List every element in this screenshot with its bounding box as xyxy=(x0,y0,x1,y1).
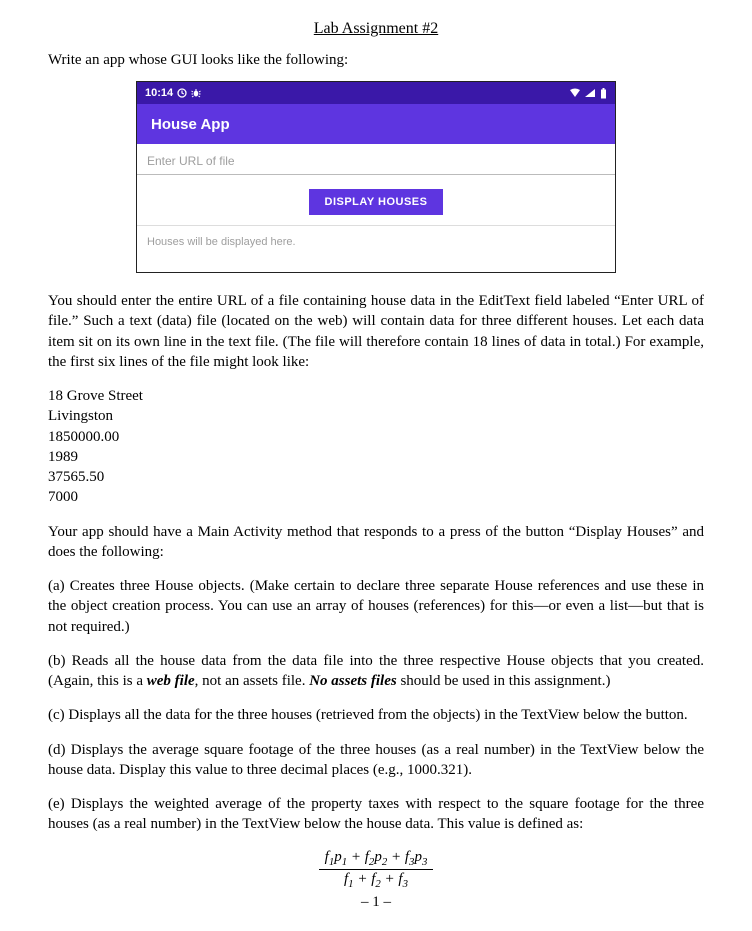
page-number: – 1 – xyxy=(48,894,704,911)
app-title: House App xyxy=(151,116,230,133)
display-houses-button[interactable]: DISPLAY HOUSES xyxy=(309,189,444,215)
sample-line: 7000 xyxy=(48,487,704,507)
url-input[interactable]: Enter URL of file xyxy=(137,144,615,175)
sample-line: Livingston xyxy=(48,406,704,426)
formula-numerator: f1p1 + f2p2 + f3p3 xyxy=(319,849,434,870)
battery-icon xyxy=(600,88,607,99)
item-c: (c) Displays all the data for the three … xyxy=(48,705,704,725)
paragraph-2: Your app should have a Main Activity met… xyxy=(48,522,704,563)
phone-screenshot: 10:14 House App Enter URL of file DISPLA… xyxy=(48,81,704,273)
wifi-icon xyxy=(569,88,581,98)
result-textview: Houses will be displayed here. xyxy=(137,226,615,272)
sample-line: 37565.50 xyxy=(48,467,704,487)
text-run: , not an assets file. xyxy=(195,673,310,689)
status-time: 10:14 xyxy=(145,87,173,99)
formula-denominator: f1 + f2 + f3 xyxy=(319,870,434,890)
text-run: should be used in this assignment.) xyxy=(397,673,611,689)
sample-line: 1989 xyxy=(48,447,704,467)
app-bar: House App xyxy=(137,104,615,144)
page-title: Lab Assignment #2 xyxy=(48,20,704,38)
debug-icon xyxy=(191,88,201,98)
formula: f1p1 + f2p2 + f3p3 f1 + f2 + f3 xyxy=(48,849,704,890)
phone-frame: 10:14 House App Enter URL of file DISPLA… xyxy=(136,81,616,273)
item-b: (b) Reads all the house data from the da… xyxy=(48,651,704,692)
clock-icon xyxy=(177,88,187,98)
paragraph-1: You should enter the entire URL of a fil… xyxy=(48,291,704,372)
signal-icon xyxy=(585,88,596,98)
sample-data: 18 Grove Street Livingston 1850000.00 19… xyxy=(48,386,704,508)
item-a: (a) Creates three House objects. (Make c… xyxy=(48,576,704,637)
item-d: (d) Displays the average square footage … xyxy=(48,740,704,781)
text-emphasis: web file xyxy=(147,673,195,689)
sample-line: 1850000.00 xyxy=(48,427,704,447)
item-e: (e) Displays the weighted average of the… xyxy=(48,794,704,835)
text-emphasis: No assets files xyxy=(309,673,397,689)
intro-text: Write an app whose GUI looks like the fo… xyxy=(48,52,704,69)
sample-line: 18 Grove Street xyxy=(48,386,704,406)
status-bar: 10:14 xyxy=(137,82,615,104)
